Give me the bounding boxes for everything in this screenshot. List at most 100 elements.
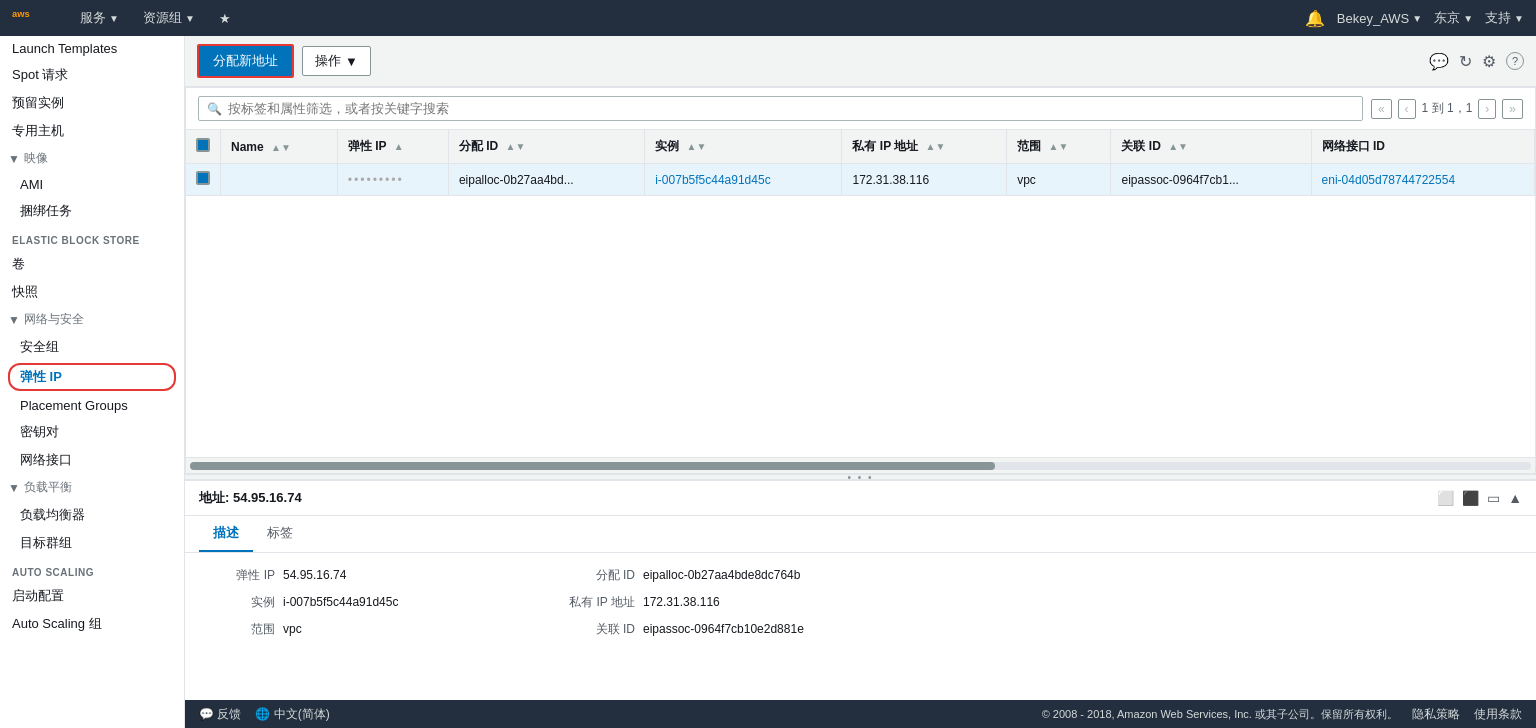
user-chevron: ▼ [1412, 13, 1422, 24]
sidebar-item-launch-templates[interactable]: Launch Templates [0, 36, 184, 61]
row-checkbox-cell[interactable] [186, 164, 221, 196]
detail-half-icon[interactable]: ⬛ [1462, 490, 1479, 506]
select-all-checkbox[interactable] [196, 138, 210, 152]
sidebar-label-autoscaling: AUTO SCALING [0, 557, 184, 582]
tab-tags[interactable]: 标签 [253, 516, 307, 552]
pagination-controls: « ‹ 1 到 1，1 › » [1371, 99, 1523, 119]
sidebar-section-images[interactable]: ▼ 映像 [0, 145, 184, 172]
sidebar-item-autoscaling-group[interactable]: Auto Scaling 组 [0, 610, 184, 638]
detail-private-ip-link[interactable]: 172.31.38.116 [643, 595, 720, 609]
sidebar-section-network[interactable]: ▼ 网络与安全 [0, 306, 184, 333]
region-chevron: ▼ [1463, 13, 1473, 24]
settings-icon[interactable]: ⚙ [1482, 52, 1496, 71]
nav-support[interactable]: 支持 ▼ [1485, 9, 1524, 27]
allocate-button[interactable]: 分配新地址 [197, 44, 294, 78]
sidebar-item-network-interfaces[interactable]: 网络接口 [0, 446, 184, 474]
hscroll-thumb[interactable] [190, 462, 995, 470]
feedback-btn[interactable]: 💬 反馈 [199, 706, 241, 723]
table-area: 🔍 « ‹ 1 到 1，1 › » [185, 87, 1536, 474]
cell-allocation-id: eipalloc-0b27aa4bd... [448, 164, 644, 196]
prev-page-btn[interactable]: ‹ [1398, 99, 1416, 119]
sidebar-item-dedicated[interactable]: 专用主机 [0, 117, 184, 145]
col-scope[interactable]: 范围 ▲▼ [1007, 130, 1111, 164]
sidebar-item-bundle[interactable]: 捆绑任务 [0, 197, 184, 225]
col-elastic-ip[interactable]: 弹性 IP ▲ [337, 130, 448, 164]
terms-link[interactable]: 使用条款 [1474, 706, 1522, 723]
value-scope: vpc [283, 622, 302, 636]
cell-network-interface-id[interactable]: eni-04d05d78744722554 [1311, 164, 1534, 196]
col-network-interface-id[interactable]: 网络接口 ID [1311, 130, 1534, 164]
top-nav-right: 🔔 Bekey_AWS ▼ 东京 ▼ 支持 ▼ [1305, 9, 1524, 28]
sidebar-item-security-groups[interactable]: 安全组 [0, 333, 184, 361]
col-allocation-id[interactable]: 分配 ID ▲▼ [448, 130, 644, 164]
sidebar-item-snapshots[interactable]: 快照 [0, 278, 184, 306]
support-chevron: ▼ [1514, 13, 1524, 24]
nav-services[interactable]: 服务 ▼ [76, 9, 123, 27]
privacy-link[interactable]: 隐私策略 [1412, 706, 1460, 723]
nav-resources[interactable]: 资源组 ▼ [139, 9, 199, 27]
main-layout: Launch Templates Spot 请求 预留实例 专用主机 ▼ 映像 … [0, 36, 1536, 728]
toolbar-right: 💬 ↻ ⚙ ? [1429, 52, 1524, 71]
sidebar-item-launch-config[interactable]: 启动配置 [0, 582, 184, 610]
first-page-btn[interactable]: « [1371, 99, 1392, 119]
nav-bookmark[interactable]: ★ [215, 11, 235, 26]
top-nav: aws 服务 ▼ 资源组 ▼ ★ 🔔 Bekey_AWS ▼ 东京 ▼ 支持 ▼ [0, 0, 1536, 36]
detail-close-icon[interactable]: ▲ [1508, 490, 1522, 506]
main-content: 分配新地址 操作 ▼ 💬 ↻ ⚙ ? 🔍 « ‹ [185, 36, 1536, 728]
bell-icon[interactable]: 🔔 [1305, 9, 1325, 28]
table-scroll[interactable]: Name ▲▼ 弹性 IP ▲ 分配 ID ▲▼ 实例 ▲▼ 私有 IP 地址 … [186, 130, 1535, 457]
col-name[interactable]: Name ▲▼ [221, 130, 338, 164]
chat-icon[interactable]: 💬 [1429, 52, 1449, 71]
last-page-btn[interactable]: » [1502, 99, 1523, 119]
detail-header-icons: ⬜ ⬛ ▭ ▲ [1437, 490, 1522, 506]
eni-link[interactable]: eni-04d05d78744722554 [1322, 173, 1455, 187]
help-icon[interactable]: ? [1506, 52, 1524, 70]
search-icon: 🔍 [207, 102, 222, 116]
copyright-text: © 2008 - 2018, Amazon Web Services, Inc.… [1042, 707, 1398, 722]
tab-describe[interactable]: 描述 [199, 516, 253, 552]
detail-expand-icon[interactable]: ⬜ [1437, 490, 1454, 506]
detail-instance-link[interactable]: i-007b5f5c44a91d45c [283, 595, 398, 609]
cell-instance[interactable]: i-007b5f5c44a91d45c [645, 164, 842, 196]
detail-panel: 地址: 54.95.16.74 ⬜ ⬛ ▭ ▲ 描述 标签 弹性 IP 54.9… [185, 480, 1536, 700]
value-allocation-id: eipalloc-0b27aa4bde8dc764b [643, 568, 800, 582]
detail-content: 弹性 IP 54.95.16.74 实例 i-007b5f5c44a91d45c… [185, 553, 1536, 652]
sidebar-item-lb[interactable]: 负载均衡器 [0, 501, 184, 529]
sidebar-item-reserved[interactable]: 预留实例 [0, 89, 184, 117]
next-page-btn[interactable]: › [1478, 99, 1496, 119]
sidebar-item-ami[interactable]: AMI [0, 172, 184, 197]
table-row[interactable]: ••••••••• eipalloc-0b27aa4bd... i-007b5f… [186, 164, 1535, 196]
pagination-info: 1 到 1，1 [1422, 100, 1473, 117]
col-association-id[interactable]: 关联 ID ▲▼ [1111, 130, 1311, 164]
search-input[interactable] [228, 101, 1354, 116]
detail-row-elastic-ip: 弹性 IP 54.95.16.74 [205, 567, 525, 584]
nav-user[interactable]: Bekey_AWS ▼ [1337, 11, 1422, 26]
cell-elastic-ip: ••••••••• [337, 164, 448, 196]
instance-link[interactable]: i-007b5f5c44a91d45c [655, 173, 770, 187]
services-chevron: ▼ [109, 13, 119, 24]
detail-collapse-icon[interactable]: ▭ [1487, 490, 1500, 506]
sidebar-section-lb[interactable]: ▼ 负载平衡 [0, 474, 184, 501]
sidebar-item-keypairs[interactable]: 密钥对 [0, 418, 184, 446]
detail-row-private-ip: 私有 IP 地址 172.31.38.116 [565, 594, 885, 611]
actions-button[interactable]: 操作 ▼ [302, 46, 371, 76]
detail-row-instance: 实例 i-007b5f5c44a91d45c [205, 594, 525, 611]
row-checkbox[interactable] [196, 171, 210, 185]
sidebar-item-volumes[interactable]: 卷 [0, 250, 184, 278]
refresh-icon[interactable]: ↻ [1459, 52, 1472, 71]
cell-private-ip: 172.31.38.116 [842, 164, 1007, 196]
lang-btn[interactable]: 🌐 中文(简体) [255, 706, 329, 723]
sidebar-item-spot-requests[interactable]: Spot 请求 [0, 61, 184, 89]
nav-region[interactable]: 东京 ▼ [1434, 9, 1473, 27]
sidebar-item-tg[interactable]: 目标群组 [0, 529, 184, 557]
toolbar: 分配新地址 操作 ▼ 💬 ↻ ⚙ ? [185, 36, 1536, 87]
select-all-header[interactable] [186, 130, 221, 164]
col-instance[interactable]: 实例 ▲▼ [645, 130, 842, 164]
search-input-wrap[interactable]: 🔍 [198, 96, 1363, 121]
sidebar-item-placement[interactable]: Placement Groups [0, 393, 184, 418]
detail-right-col: 分配 ID eipalloc-0b27aa4bde8dc764b 私有 IP 地… [565, 567, 885, 638]
detail-row-allocation-id: 分配 ID eipalloc-0b27aa4bde8dc764b [565, 567, 885, 584]
sidebar-item-elastic-ip[interactable]: 弹性 IP [8, 363, 176, 391]
col-private-ip[interactable]: 私有 IP 地址 ▲▼ [842, 130, 1007, 164]
hscroll-track[interactable] [190, 462, 1531, 470]
